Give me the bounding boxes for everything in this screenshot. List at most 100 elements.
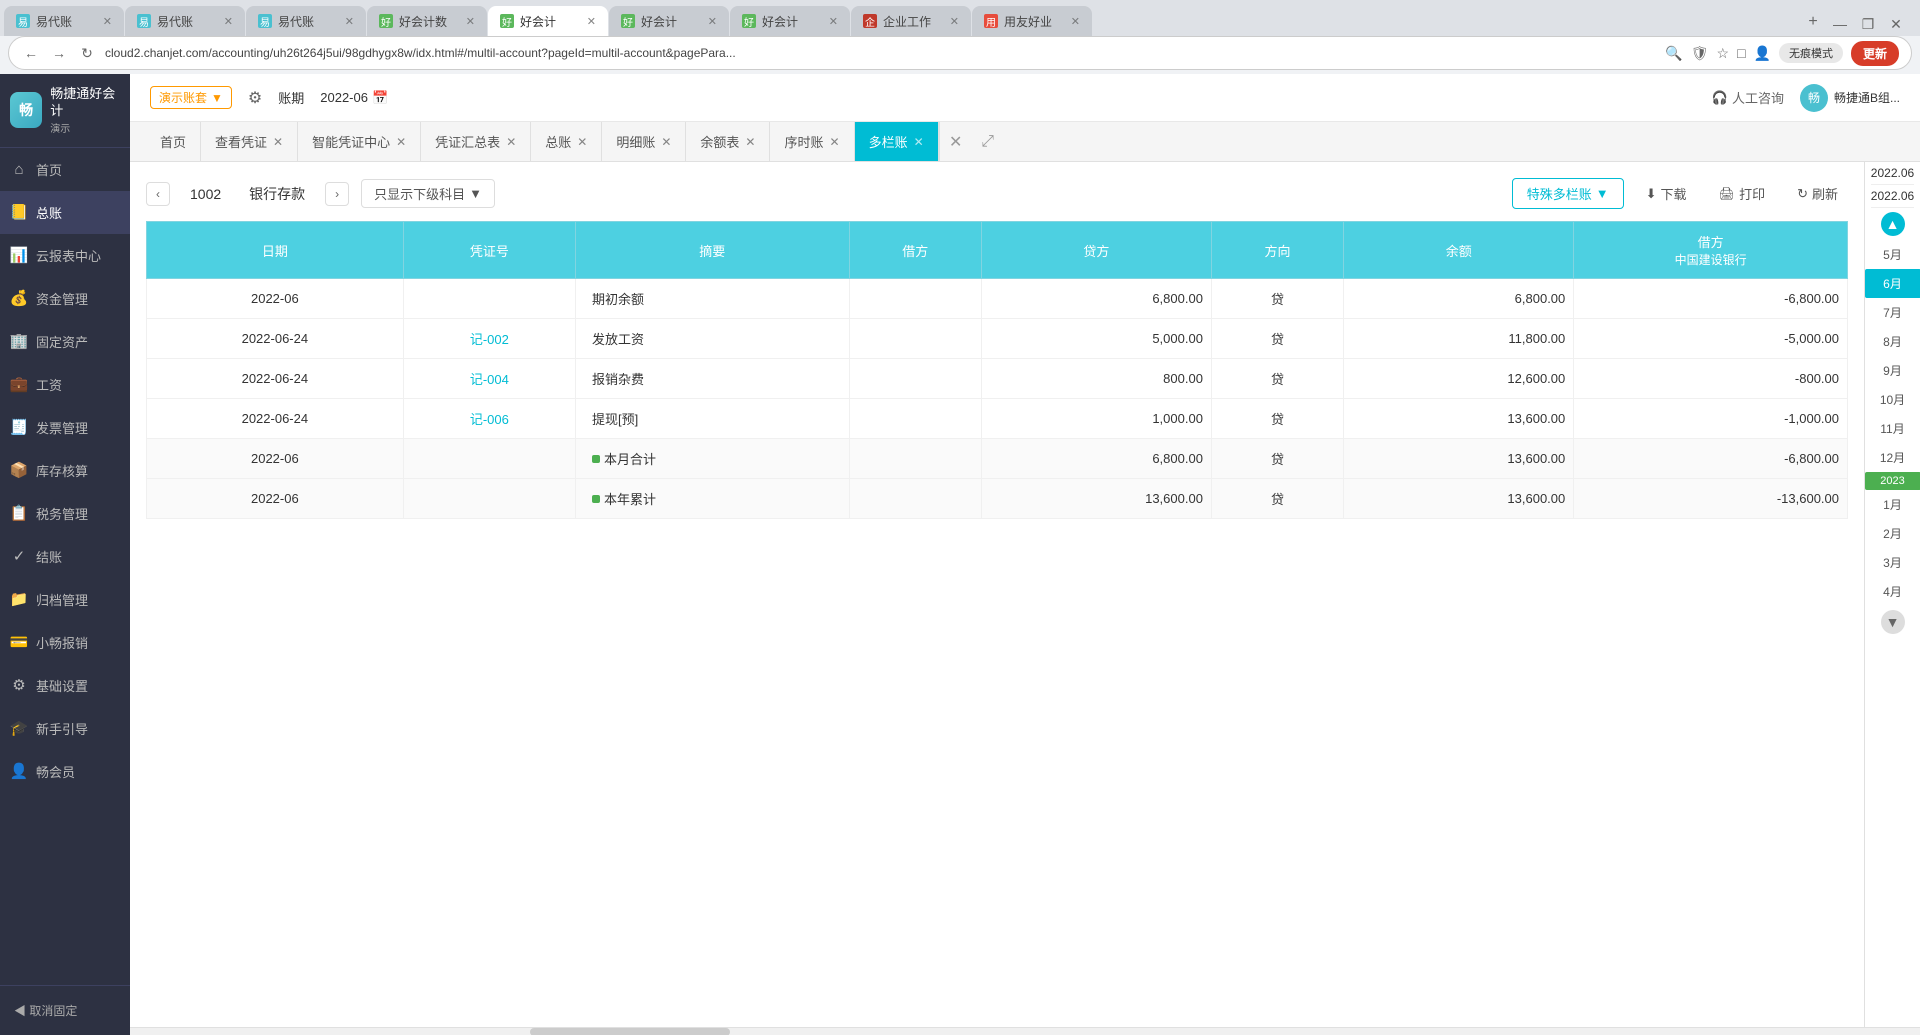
sidebar-item-label: 总账 bbox=[36, 203, 62, 222]
home-icon: ⌂ bbox=[10, 160, 28, 178]
browser-tab-t8[interactable]: 企 企业工作 ✕ bbox=[851, 6, 971, 36]
page-tab-bar: 首页查看凭证✕智能凭证中心✕凭证汇总表✕总账✕明细账✕余额表✕序时账✕多栏账✕ … bbox=[130, 122, 1920, 162]
voucher-link[interactable]: 记-006 bbox=[470, 412, 509, 427]
month-8月[interactable]: 8月 bbox=[1865, 327, 1920, 356]
cell-debit bbox=[849, 479, 981, 519]
invoice-icon: 🧾 bbox=[10, 418, 28, 436]
browser-tab-t2[interactable]: 易 易代账 ✕ bbox=[125, 6, 245, 36]
period-value[interactable]: 2022-06 📅 bbox=[320, 90, 388, 106]
search-icon[interactable]: 🔍 bbox=[1665, 45, 1682, 62]
col-credit: 贷方 bbox=[981, 222, 1211, 279]
browser-tab-t4[interactable]: 好 好会计数 ✕ bbox=[367, 6, 487, 36]
page-tab-multi-ledger[interactable]: 多栏账✕ bbox=[855, 122, 939, 162]
refresh-button[interactable]: ↻ bbox=[77, 45, 97, 62]
browser-tab-t6[interactable]: 好 好会计 ✕ bbox=[609, 6, 729, 36]
special-ledger-button[interactable]: 特殊多栏账 ▼ bbox=[1512, 178, 1624, 209]
month-2023-3月[interactable]: 3月 bbox=[1865, 548, 1920, 577]
back-button[interactable]: ← bbox=[21, 45, 41, 61]
page-tab-general-ledger[interactable]: 总账✕ bbox=[531, 122, 602, 162]
sidebar-item-settings[interactable]: ⚙ 基础设置 bbox=[0, 664, 130, 707]
sidebar-item-fund[interactable]: 💰 资金管理 bbox=[0, 277, 130, 320]
page-tab-sequence-ledger[interactable]: 序时账✕ bbox=[770, 122, 854, 162]
sidebar-item-salary[interactable]: 💼 工资 bbox=[0, 363, 130, 406]
sidebar-item-home[interactable]: ⌂ 首页 bbox=[0, 148, 130, 191]
month-2023-4月[interactable]: 4月 bbox=[1865, 577, 1920, 606]
month-9月[interactable]: 9月 bbox=[1865, 356, 1920, 385]
sidebar-item-ledger[interactable]: 📒 总账 bbox=[0, 191, 130, 234]
filter-dropdown[interactable]: 只显示下级科目 ▼ bbox=[361, 179, 495, 208]
cell-voucher[interactable]: 记-006 bbox=[403, 399, 575, 439]
page-tab-voucher-view[interactable]: 查看凭证✕ bbox=[201, 122, 298, 162]
sidebar-item-label: 新手引导 bbox=[36, 719, 88, 738]
pin-button[interactable]: ◀ 取消固定 bbox=[10, 996, 120, 1025]
tab-restore-icon[interactable]: ❐ bbox=[1856, 12, 1880, 36]
page-tab-balance-table[interactable]: 余额表✕ bbox=[686, 122, 770, 162]
refresh-button[interactable]: ↻ 刷新 bbox=[1787, 179, 1848, 208]
expand-panel-button[interactable]: ⤢ bbox=[972, 122, 1004, 162]
cell-debit bbox=[849, 319, 981, 359]
month-2023-1月[interactable]: 1月 bbox=[1865, 490, 1920, 519]
page-tab-voucher-summary[interactable]: 凭证汇总表✕ bbox=[421, 122, 531, 162]
tab-add-button[interactable]: + bbox=[1799, 8, 1827, 36]
voucher-link[interactable]: 记-002 bbox=[470, 332, 509, 347]
month-11月[interactable]: 11月 bbox=[1865, 414, 1920, 443]
tab-minimize-icon[interactable]: — bbox=[1828, 12, 1852, 36]
sidebar-item-invoice[interactable]: 🧾 发票管理 bbox=[0, 406, 130, 449]
tab-close-icon[interactable]: ✕ bbox=[1884, 12, 1908, 36]
month-10月[interactable]: 10月 bbox=[1865, 385, 1920, 414]
browser-tab-t5[interactable]: 好 好会计 ✕ bbox=[488, 6, 608, 36]
sidebar-item-report[interactable]: 📊 云报表中心 bbox=[0, 234, 130, 277]
scroll-up-button[interactable]: ▲ bbox=[1881, 212, 1905, 236]
cell-summary: 提现[预] bbox=[575, 399, 849, 439]
star-icon[interactable]: ☆ bbox=[1717, 45, 1730, 62]
cell-credit: 6,800.00 bbox=[981, 279, 1211, 319]
col-voucher: 凭证号 bbox=[403, 222, 575, 279]
cell-date: 2022-06-24 bbox=[147, 359, 404, 399]
cell-special: -1,000.00 bbox=[1574, 399, 1848, 439]
month-2023-2月[interactable]: 2月 bbox=[1865, 519, 1920, 548]
cell-direction: 贷 bbox=[1211, 439, 1343, 479]
sidebar-item-member[interactable]: 👤 畅会员 bbox=[0, 750, 130, 793]
cell-voucher[interactable]: 记-002 bbox=[403, 319, 575, 359]
page-tab-smart-voucher[interactable]: 智能凭证中心✕ bbox=[298, 122, 421, 162]
page-tab-detail-ledger[interactable]: 明细账✕ bbox=[602, 122, 686, 162]
sidebar-item-inventory[interactable]: 📦 库存核算 bbox=[0, 449, 130, 492]
forward-button[interactable]: → bbox=[49, 45, 69, 61]
sidebar-item-settle[interactable]: ✓ 结账 bbox=[0, 535, 130, 578]
month-7月[interactable]: 7月 bbox=[1865, 298, 1920, 327]
guide-icon: 🎓 bbox=[10, 719, 28, 737]
account-icon[interactable]: 👤 bbox=[1754, 45, 1771, 62]
browser-tab-t3[interactable]: 易 易代账 ✕ bbox=[246, 6, 366, 36]
sidebar-item-asset[interactable]: 🏢 固定资产 bbox=[0, 320, 130, 363]
download-button[interactable]: ⬇ 下载 bbox=[1636, 179, 1697, 208]
scroll-down-button[interactable]: ▼ bbox=[1881, 610, 1905, 634]
voucher-link[interactable]: 记-004 bbox=[470, 372, 509, 387]
cell-balance: 13,600.00 bbox=[1344, 439, 1574, 479]
sidebar-item-tax[interactable]: 📋 税务管理 bbox=[0, 492, 130, 535]
extensions-icon[interactable]: □ bbox=[1737, 45, 1745, 61]
sidebar-item-label: 发票管理 bbox=[36, 418, 88, 437]
incognito-button[interactable]: 无痕模式 bbox=[1779, 43, 1843, 63]
sidebar-item-label: 税务管理 bbox=[36, 504, 88, 523]
month-6月[interactable]: 6月 bbox=[1865, 269, 1920, 298]
sidebar-item-archive[interactable]: 📁 归档管理 bbox=[0, 578, 130, 621]
print-button[interactable]: 🖨 打印 bbox=[1709, 179, 1776, 208]
settings-button[interactable]: ⚙ bbox=[248, 88, 262, 108]
next-account-button[interactable]: › bbox=[325, 182, 349, 206]
table-row: 2022-06 本月合计 6,800.00 贷 13,600.00 -6,800… bbox=[147, 439, 1848, 479]
month-5月[interactable]: 5月 bbox=[1865, 240, 1920, 269]
browser-tab-t7[interactable]: 好 好会计 ✕ bbox=[730, 6, 850, 36]
update-button[interactable]: 更新 bbox=[1851, 41, 1899, 66]
table-row: 2022-06-24 记-002 发放工资 5,000.00 贷 11,800.… bbox=[147, 319, 1848, 359]
prev-account-button[interactable]: ‹ bbox=[146, 182, 170, 206]
browser-tab-t9[interactable]: 用 用友好业 ✕ bbox=[972, 6, 1092, 36]
sidebar-item-expense[interactable]: 💳 小畅报销 bbox=[0, 621, 130, 664]
cell-voucher[interactable]: 记-004 bbox=[403, 359, 575, 399]
consult-button[interactable]: 🎧 人工咨询 bbox=[1712, 88, 1784, 107]
sidebar-item-guide[interactable]: 🎓 新手引导 bbox=[0, 707, 130, 750]
page-tab-home[interactable]: 首页 bbox=[146, 122, 201, 162]
browser-tab-t1[interactable]: 易 易代账 ✕ bbox=[4, 6, 124, 36]
horizontal-scrollbar[interactable] bbox=[130, 1027, 1920, 1035]
month-12月[interactable]: 12月 bbox=[1865, 443, 1920, 472]
collapse-panel-button[interactable]: ✕ bbox=[940, 122, 972, 162]
